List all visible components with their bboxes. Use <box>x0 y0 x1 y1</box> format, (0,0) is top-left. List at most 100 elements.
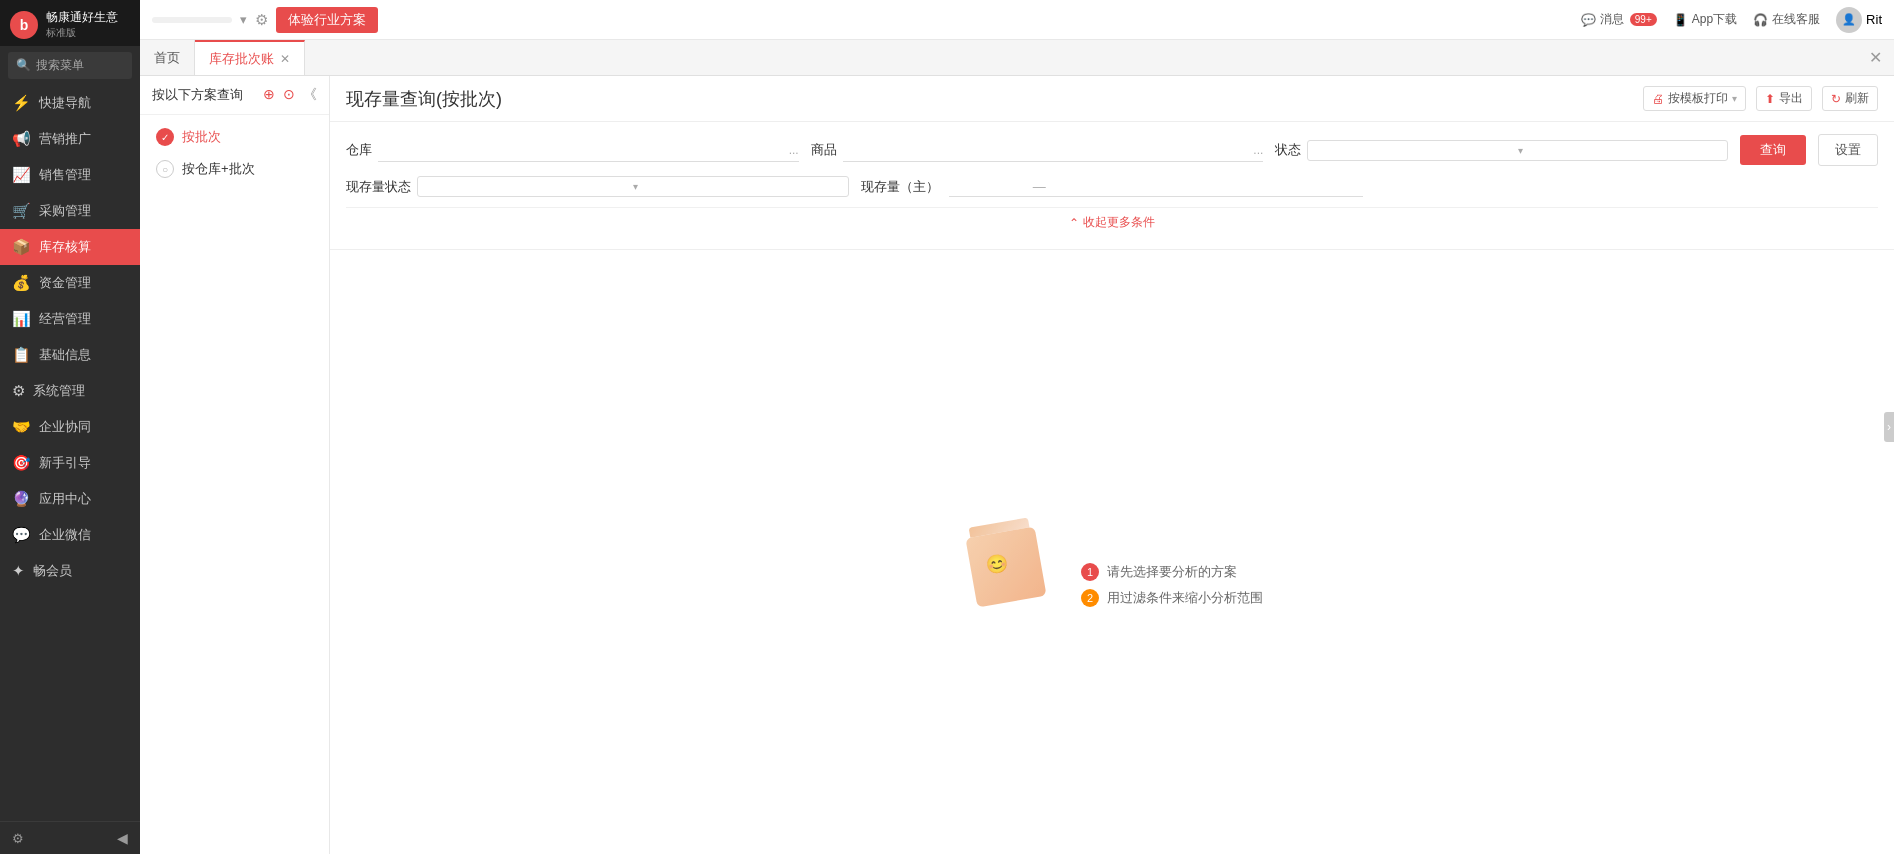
sidebar-item-basics[interactable]: 📋 基础信息 <box>0 337 140 373</box>
status-select[interactable]: ▾ <box>1307 140 1728 161</box>
right-edge-arrow[interactable]: › <box>1884 412 1894 442</box>
tab-home-label: 首页 <box>154 49 180 67</box>
trial-btn[interactable]: 体验行业方案 <box>276 7 378 33</box>
collapse-more-btn[interactable]: ⌃ 收起更多条件 <box>346 207 1878 237</box>
export-btn[interactable]: ⬆ 导出 <box>1756 86 1812 111</box>
sidebar-item-system[interactable]: ⚙ 系统管理 <box>0 373 140 409</box>
plan-item-label: 按批次 <box>182 128 221 146</box>
quantity-min-input[interactable] <box>949 179 1029 194</box>
plan-active-icon: ✓ <box>156 128 174 146</box>
sidebar-item-purchase[interactable]: 🛒 采购管理 <box>0 193 140 229</box>
close-all-tabs-icon[interactable]: ✕ <box>1857 48 1894 67</box>
headset-icon: 🎧 <box>1753 13 1768 27</box>
sidebar-item-marketing[interactable]: 📢 营销推广 <box>0 121 140 157</box>
sidebar-search[interactable]: 🔍 搜索菜单 <box>8 52 132 79</box>
sidebar-item-label: 新手引导 <box>39 454 91 472</box>
sidebar: b 畅康通好生意 标准版 🔍 搜索菜单 ⚡ 快捷导航 📢 营销推广 📈 销售管理… <box>0 0 140 854</box>
sidebar-item-operation[interactable]: 📊 经营管理 <box>0 301 140 337</box>
filter-area: 仓库 ... 商品 ... <box>330 122 1894 250</box>
plan-item-batch[interactable]: ✓ 按批次 <box>140 121 329 153</box>
sidebar-nav: ⚡ 快捷导航 📢 营销推广 📈 销售管理 🛒 采购管理 📦 库存核算 💰 资金管… <box>0 85 140 821</box>
print-btn[interactable]: 🖨 按模板打印 ▾ <box>1643 86 1746 111</box>
export-label: 导出 <box>1779 90 1803 107</box>
tab-batch[interactable]: 库存批次账 ✕ <box>195 40 305 75</box>
sidebar-item-label: 企业微信 <box>39 526 91 544</box>
sidebar-item-sales[interactable]: 📈 销售管理 <box>0 157 140 193</box>
tip-text-1: 请先选择要分析的方案 <box>1107 563 1237 581</box>
sidebar-item-label: 系统管理 <box>33 382 85 400</box>
tab-home[interactable]: 首页 <box>140 40 195 75</box>
sidebar-item-label: 营销推广 <box>39 130 91 148</box>
query-button[interactable]: 查询 <box>1740 135 1806 165</box>
topbar-search-box[interactable] <box>152 17 232 23</box>
sidebar-item-label: 基础信息 <box>39 346 91 364</box>
sidebar-item-wechat[interactable]: 💬 企业微信 <box>0 517 140 553</box>
empty-tip-2: 2 用过滤条件来缩小分析范围 <box>1081 589 1263 607</box>
operation-icon: 📊 <box>12 310 31 328</box>
avatar-icon: 👤 <box>1842 13 1856 26</box>
topbar: ▾ ⚙ 体验行业方案 💬 消息 99+ 📱 App下载 🎧 在线客服 👤 Rit <box>140 0 1894 40</box>
right-panel: 现存量查询(按批次) 🖨 按模板打印 ▾ ⬆ 导出 ↻ 刷新 <box>330 76 1894 854</box>
online-service-btn[interactable]: 🎧 在线客服 <box>1753 11 1820 28</box>
filter-row-1: 仓库 ... 商品 ... <box>346 134 1878 166</box>
product-dots[interactable]: ... <box>1253 143 1263 157</box>
inventory-status-select[interactable]: ▾ <box>417 176 849 197</box>
collapse-panel-icon[interactable]: 《 <box>303 86 317 104</box>
sidebar-item-appstore[interactable]: 🔮 应用中心 <box>0 481 140 517</box>
collapse-sidebar-icon[interactable]: ◀ <box>117 830 128 846</box>
quantity-max-input[interactable] <box>1050 179 1130 194</box>
sidebar-item-quick-nav[interactable]: ⚡ 快捷导航 <box>0 85 140 121</box>
sidebar-item-newbie[interactable]: 🎯 新手引导 <box>0 445 140 481</box>
inventory-status-arrow-icon: ▾ <box>633 181 840 192</box>
avatar: 👤 <box>1836 7 1862 33</box>
online-service-label: 在线客服 <box>1772 11 1820 28</box>
topbar-chevron-icon[interactable]: ▾ <box>240 12 247 27</box>
warehouse-input[interactable] <box>378 138 789 161</box>
message-badge: 99+ <box>1630 13 1657 26</box>
user-name: Rit <box>1866 12 1882 27</box>
inventory-status-label: 现存量状态 <box>346 178 411 196</box>
tab-batch-label: 库存批次账 <box>209 50 274 68</box>
newbie-icon: 🎯 <box>12 454 31 472</box>
sidebar-item-member[interactable]: ✦ 畅会员 <box>0 553 140 589</box>
empty-state: 😊 1 请先选择要分析的方案 2 用过滤条件来缩小分析范围 <box>330 250 1894 854</box>
sidebar-item-label: 经营管理 <box>39 310 91 328</box>
sidebar-item-finance[interactable]: 💰 资金管理 <box>0 265 140 301</box>
message-btn[interactable]: 💬 消息 99+ <box>1581 11 1657 28</box>
sidebar-item-enterprise[interactable]: 🤝 企业协同 <box>0 409 140 445</box>
settings-plan-icon[interactable]: ⊙ <box>283 86 295 104</box>
quantity-dash: — <box>1033 179 1046 194</box>
add-plan-icon[interactable]: ⊕ <box>263 86 275 104</box>
refresh-btn[interactable]: ↻ 刷新 <box>1822 86 1878 111</box>
sidebar-item-label: 企业协同 <box>39 418 91 436</box>
empty-tip-1: 1 请先选择要分析的方案 <box>1081 563 1263 581</box>
quick-nav-icon: ⚡ <box>12 94 31 112</box>
sales-icon: 📈 <box>12 166 31 184</box>
app-title: 畅康通好生意 <box>46 10 118 26</box>
print-dropdown-icon[interactable]: ▾ <box>1732 93 1737 104</box>
appstore-icon: 🔮 <box>12 490 31 508</box>
left-panel-items: ✓ 按批次 ○ 按仓库+批次 <box>140 115 329 854</box>
basics-icon: 📋 <box>12 346 31 364</box>
topbar-gear-icon[interactable]: ⚙ <box>255 11 268 29</box>
warehouse-filter: 仓库 ... <box>346 138 799 162</box>
wechat-icon: 💬 <box>12 526 31 544</box>
settings-icon[interactable]: ⚙ <box>12 831 24 846</box>
tip-num-2: 2 <box>1081 589 1099 607</box>
warehouse-dots[interactable]: ... <box>789 143 799 157</box>
phone-icon: 📱 <box>1673 13 1688 27</box>
user-menu[interactable]: 👤 Rit <box>1836 7 1882 33</box>
product-input[interactable] <box>843 138 1254 161</box>
plan-item-warehouse-batch[interactable]: ○ 按仓库+批次 <box>140 153 329 185</box>
sidebar-header: b 畅康通好生意 标准版 <box>0 0 140 46</box>
search-label: 搜索菜单 <box>36 57 84 74</box>
product-input-wrapper: ... <box>843 138 1264 162</box>
tab-close-icon[interactable]: ✕ <box>280 52 290 66</box>
topbar-right: 💬 消息 99+ 📱 App下载 🎧 在线客服 👤 Rit <box>1581 7 1882 33</box>
sidebar-item-inventory[interactable]: 📦 库存核算 <box>0 229 140 265</box>
app-download-btn[interactable]: 📱 App下载 <box>1673 11 1737 28</box>
app-subtitle: 标准版 <box>46 26 118 40</box>
settings-button[interactable]: 设置 <box>1818 134 1878 166</box>
product-filter: 商品 ... <box>811 138 1264 162</box>
quantity-filter: 现存量（主） — <box>861 177 1364 197</box>
